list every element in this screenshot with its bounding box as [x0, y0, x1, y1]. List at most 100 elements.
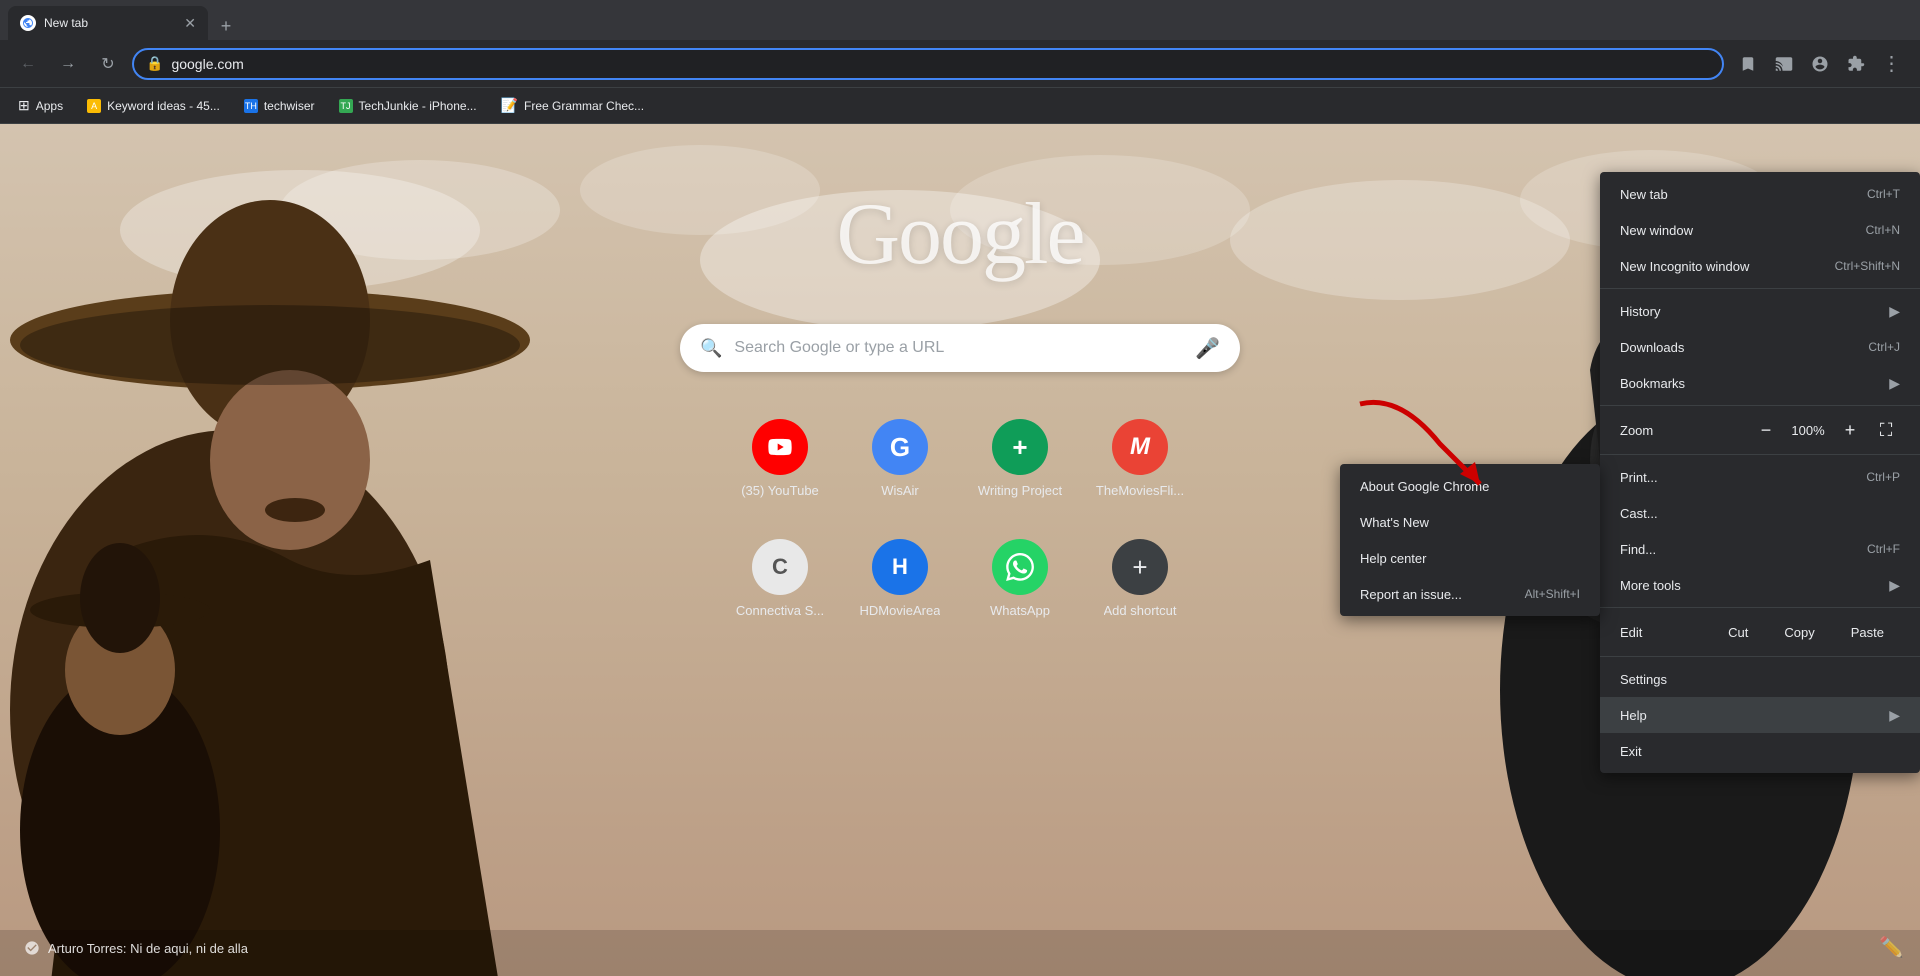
bookmark-grammar[interactable]: 📝 Free Grammar Chec...: [491, 93, 654, 118]
search-icon: 🔍: [700, 338, 722, 359]
quick-link-whatsapp[interactable]: WhatsApp: [972, 539, 1068, 618]
help-whats-new[interactable]: What's New: [1340, 504, 1600, 540]
bookmark-star-button[interactable]: [1732, 48, 1764, 80]
quick-link-writing[interactable]: + Writing Project: [972, 419, 1068, 498]
help-submenu-arrow: ▶: [1889, 707, 1900, 724]
main-content: Google 🔍 Search Google or type a URL 🎤 (…: [0, 124, 1920, 976]
bookmark-apps[interactable]: ⊞ Apps: [8, 93, 73, 118]
menu-divider-1: [1600, 288, 1920, 289]
menu-new-incognito[interactable]: New Incognito window Ctrl+Shift+N: [1600, 248, 1920, 284]
quick-link-wisair[interactable]: G WisAir: [852, 419, 948, 498]
bottom-caption: Arturo Torres: Ni de aqui, ni de alla: [24, 940, 248, 956]
tab-title: New tab: [44, 16, 176, 30]
zoom-control: Zoom − 100% + ⛶: [1600, 410, 1920, 450]
more-tools-submenu-arrow: ▶: [1889, 577, 1900, 594]
tab-bar: New tab ✕ +: [0, 0, 1920, 40]
quick-link-icon-hdmovie: H: [872, 539, 928, 595]
help-submenu: About Google Chrome What's New Help cent…: [1340, 464, 1600, 616]
zoom-buttons: − 100% + ⛶: [1752, 416, 1900, 444]
profile-button[interactable]: [1804, 48, 1836, 80]
zoom-fullscreen-button[interactable]: ⛶: [1872, 416, 1900, 444]
help-about-chrome[interactable]: About Google Chrome: [1340, 468, 1600, 504]
search-bar[interactable]: 🔍 Search Google or type a URL 🎤: [680, 324, 1240, 372]
bookmark-techjunkie[interactable]: TJ TechJunkie - iPhone...: [329, 95, 487, 117]
menu-find[interactable]: Find... Ctrl+F: [1600, 531, 1920, 567]
quick-link-icon-wisair: G: [872, 419, 928, 475]
extensions-button[interactable]: [1840, 48, 1872, 80]
edit-copy-button[interactable]: Copy: [1768, 621, 1830, 644]
quick-link-icon-whatsapp: [992, 539, 1048, 595]
quick-link-label-youtube: (35) YouTube: [741, 483, 819, 498]
caption-icon: [24, 940, 40, 956]
quick-link-label-connectiva: Connectiva S...: [736, 603, 824, 618]
quick-link-hdmovie[interactable]: H HDMovieArea: [852, 539, 948, 618]
quick-link-youtube[interactable]: (35) YouTube: [732, 419, 828, 498]
browser-frame: New tab ✕ + ← → ↻ 🔒 google.com ⋮: [0, 0, 1920, 976]
menu-history[interactable]: History ▶: [1600, 293, 1920, 329]
zoom-plus-button[interactable]: +: [1836, 416, 1864, 444]
security-icon: 🔒: [146, 55, 163, 72]
pencil-icon[interactable]: ✏️: [1879, 935, 1904, 960]
quick-link-connectiva[interactable]: C Connectiva S...: [732, 539, 828, 618]
quick-link-icon-writing: +: [992, 419, 1048, 475]
quick-link-label-hdmovie: HDMovieArea: [860, 603, 941, 618]
history-submenu-arrow: ▶: [1889, 303, 1900, 320]
quick-link-label-wisair: WisAir: [881, 483, 919, 498]
back-button[interactable]: ←: [12, 48, 44, 80]
menu-help[interactable]: Help ▶: [1600, 697, 1920, 733]
menu-button[interactable]: ⋮: [1876, 48, 1908, 80]
google-logo: Google: [836, 184, 1083, 285]
quick-link-label-movies: TheMoviesFli...: [1096, 483, 1184, 498]
quick-links-row-1: (35) YouTube G WisAir + Writing Project …: [732, 419, 1188, 498]
menu-settings[interactable]: Settings: [1600, 661, 1920, 697]
edit-row: Edit Cut Copy Paste: [1600, 612, 1920, 652]
address-bar-text: google.com: [171, 56, 1710, 72]
quick-link-icon-youtube: [752, 419, 808, 475]
menu-new-window[interactable]: New window Ctrl+N: [1600, 212, 1920, 248]
quick-link-icon-connectiva: C: [752, 539, 808, 595]
address-bar[interactable]: 🔒 google.com: [132, 48, 1724, 80]
menu-divider-4: [1600, 607, 1920, 608]
bookmarks-submenu-arrow: ▶: [1889, 375, 1900, 392]
active-tab[interactable]: New tab ✕: [8, 6, 208, 40]
menu-new-tab[interactable]: New tab Ctrl+T: [1600, 176, 1920, 212]
bookmark-keyword[interactable]: A Keyword ideas - 45...: [77, 95, 230, 117]
menu-exit[interactable]: Exit: [1600, 733, 1920, 769]
quick-link-icon-add-shortcut: +: [1112, 539, 1168, 595]
menu-divider-3: [1600, 454, 1920, 455]
bookmark-techwiser[interactable]: TH techwiser: [234, 95, 325, 117]
new-tab-button[interactable]: +: [212, 12, 240, 40]
quick-link-movies[interactable]: M TheMoviesFli...: [1092, 419, 1188, 498]
reload-button[interactable]: ↻: [92, 48, 124, 80]
menu-more-tools[interactable]: More tools ▶: [1600, 567, 1920, 603]
menu-divider-5: [1600, 656, 1920, 657]
chrome-menu: New tab Ctrl+T New window Ctrl+N New Inc…: [1600, 172, 1920, 773]
tab-close-button[interactable]: ✕: [184, 15, 196, 32]
edit-actions: Cut Copy Paste: [1712, 621, 1900, 644]
toolbar-right: ⋮: [1732, 48, 1908, 80]
caption-text: Arturo Torres: Ni de aqui, ni de alla: [48, 941, 248, 956]
zoom-value: 100%: [1788, 423, 1828, 438]
menu-bookmarks[interactable]: Bookmarks ▶: [1600, 365, 1920, 401]
edit-paste-button[interactable]: Paste: [1835, 621, 1900, 644]
chrome-cast-button[interactable]: [1768, 48, 1800, 80]
quick-link-icon-movies: M: [1112, 419, 1168, 475]
google-mic-icon[interactable]: 🎤: [1195, 336, 1220, 361]
quick-link-label-writing: Writing Project: [978, 483, 1062, 498]
help-help-center[interactable]: Help center: [1340, 540, 1600, 576]
tab-favicon: [20, 15, 36, 31]
toolbar: ← → ↻ 🔒 google.com ⋮: [0, 40, 1920, 88]
edit-cut-button[interactable]: Cut: [1712, 621, 1764, 644]
help-report-issue[interactable]: Report an issue... Alt+Shift+I: [1340, 576, 1600, 612]
menu-cast[interactable]: Cast...: [1600, 495, 1920, 531]
forward-button[interactable]: →: [52, 48, 84, 80]
menu-downloads[interactable]: Downloads Ctrl+J: [1600, 329, 1920, 365]
quick-links-row-2: C Connectiva S... H HDMovieArea WhatsApp: [732, 539, 1188, 618]
quick-link-add-shortcut[interactable]: + Add shortcut: [1092, 539, 1188, 618]
quick-link-label-add-shortcut: Add shortcut: [1104, 603, 1177, 618]
zoom-minus-button[interactable]: −: [1752, 416, 1780, 444]
menu-divider-2: [1600, 405, 1920, 406]
menu-print[interactable]: Print... Ctrl+P: [1600, 459, 1920, 495]
quick-link-label-whatsapp: WhatsApp: [990, 603, 1050, 618]
search-container: 🔍 Search Google or type a URL 🎤: [680, 324, 1240, 372]
